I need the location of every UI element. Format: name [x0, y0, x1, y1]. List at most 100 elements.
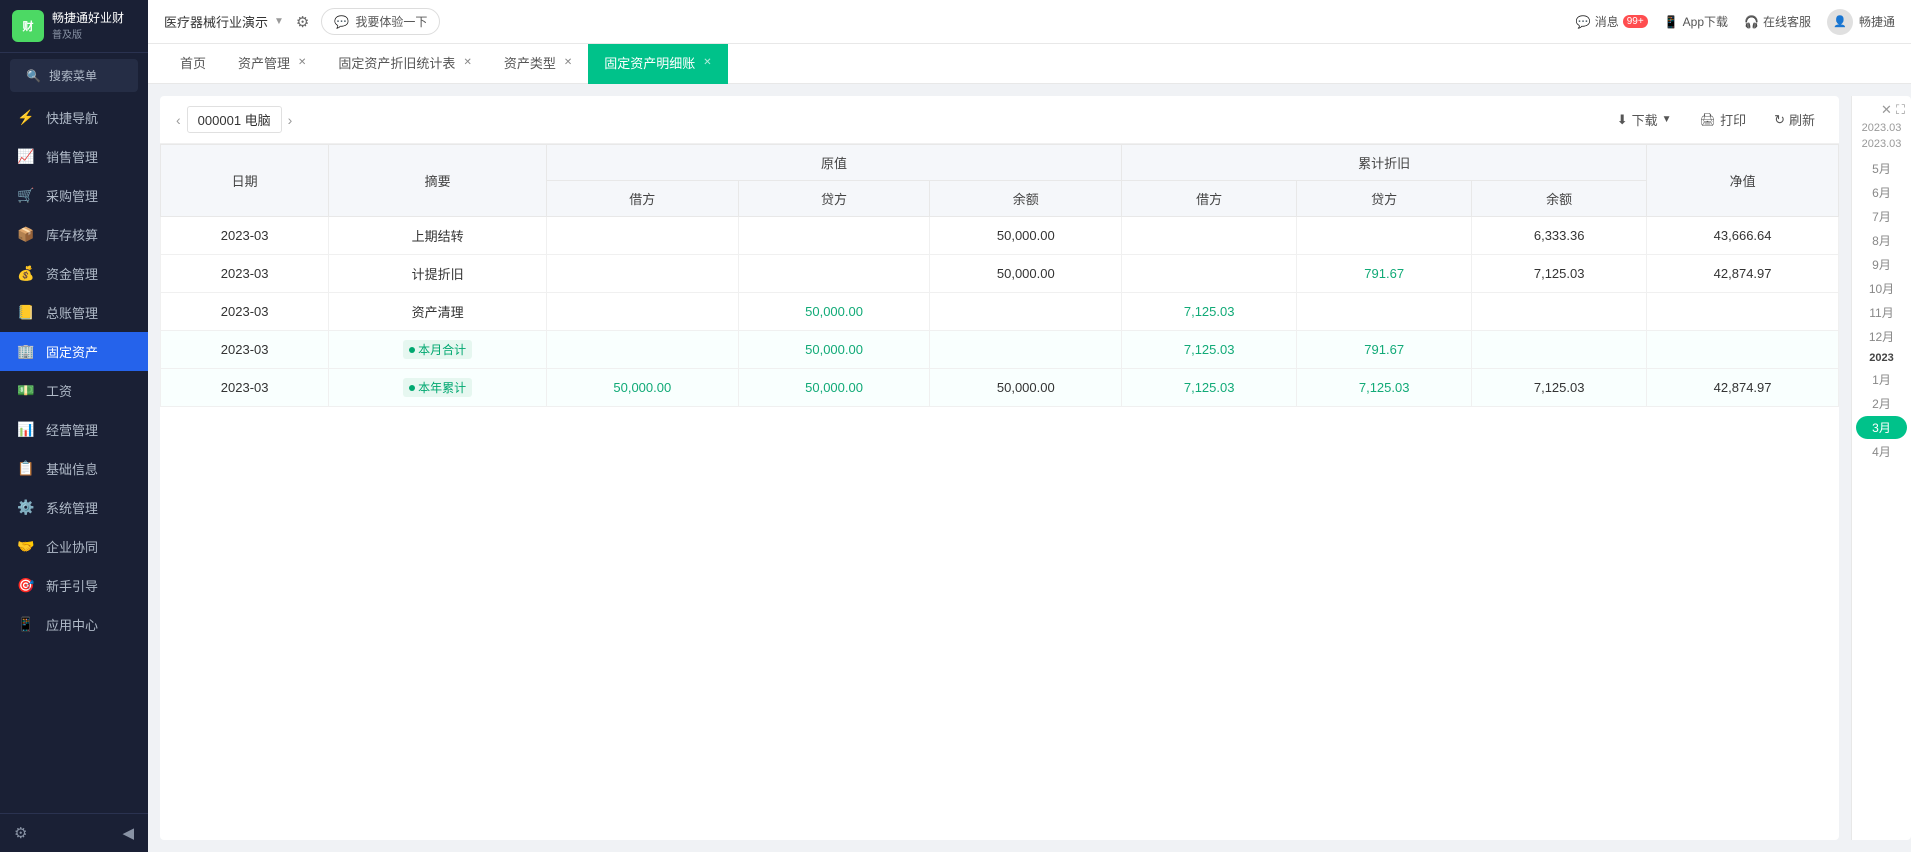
tab-asset-type[interactable]: 资产类型 ✕ — [488, 44, 588, 84]
app-download-btn[interactable]: 📱 App下载 — [1664, 13, 1728, 30]
sidebar-item-ledger[interactable]: 📒 总账管理 — [0, 293, 148, 332]
sidebar-label-system: 系统管理 — [46, 498, 98, 517]
cell-orig-credit: 50,000.00 — [738, 331, 930, 369]
timeline-expand-btn[interactable]: ⛶ — [1896, 102, 1905, 118]
sidebar-item-guide[interactable]: 🎯 新手引导 — [0, 566, 148, 605]
sidebar-item-fixed-assets[interactable]: 🏢 固定资产 — [0, 332, 148, 371]
refresh-btn[interactable]: ↻ 刷新 — [1766, 106, 1823, 133]
cell-acc-credit — [1297, 293, 1472, 331]
cell-orig-credit: 50,000.00 — [738, 293, 930, 331]
cell-summary: 计提折旧 — [329, 255, 547, 293]
sidebar-item-purchase[interactable]: 🛒 采购管理 — [0, 176, 148, 215]
logo-text-block: 畅捷通好业财 普及版 — [52, 11, 124, 42]
cell-acc-debit: 7,125.03 — [1122, 293, 1297, 331]
timeline-month[interactable]: 10月 — [1856, 277, 1907, 300]
cell-orig-balance — [930, 293, 1122, 331]
cell-orig-balance: 50,000.00 — [930, 217, 1122, 255]
customer-service-label: 在线客服 — [1763, 13, 1811, 30]
timeline-month[interactable]: 2023 — [1852, 349, 1911, 367]
sidebar-item-payroll[interactable]: 💵 工资 — [0, 371, 148, 410]
timeline-month[interactable]: 6月 — [1856, 181, 1907, 204]
cell-date: 2023-03 — [161, 331, 329, 369]
cell-orig-credit: 50,000.00 — [738, 369, 930, 407]
refresh-label: 刷新 — [1789, 110, 1815, 129]
next-asset-btn[interactable]: › — [288, 112, 293, 128]
cell-orig-credit — [738, 217, 930, 255]
tab-depreciation-close[interactable]: ✕ — [463, 57, 471, 68]
tab-bar: 首页 资产管理 ✕ 固定资产折旧统计表 ✕ 资产类型 ✕ 固定资产明细账 ✕ — [148, 44, 1911, 84]
toolbar-actions: ⬇ 下载 ▼ 🖨 打印 ↻ 刷新 — [1609, 106, 1823, 133]
cell-acc-debit: 7,125.03 — [1122, 369, 1297, 407]
table-row: 2023-03 本年累计 50,000.00 50,000.00 50,000.… — [161, 369, 1839, 407]
topbar-right: 💬 消息 99+ 📱 App下载 🎧 在线客服 👤 畅捷通 — [1576, 9, 1895, 35]
timeline-month[interactable]: 5月 — [1856, 157, 1907, 180]
sidebar: 财 畅捷通好业财 普及版 🔍 搜索菜单 ⚡ 快捷导航 📈 销售管理 🛒 采购管理… — [0, 0, 148, 852]
sidebar-item-inventory[interactable]: 📦 库存核算 — [0, 215, 148, 254]
customer-service-btn[interactable]: 🎧 在线客服 — [1744, 13, 1811, 30]
search-icon: 🔍 — [26, 69, 41, 83]
message-btn[interactable]: 💬 消息 99+ — [1576, 13, 1648, 30]
tab-asset-detail[interactable]: 固定资产明细账 ✕ — [588, 44, 727, 84]
tab-asset-mgmt-close[interactable]: ✕ — [298, 57, 306, 68]
tab-asset-type-close[interactable]: ✕ — [564, 57, 572, 68]
asset-detail-table: 日期 摘要 原值 累计折旧 净值 借方 贷方 余额 借方 贷方 余额 — [160, 144, 1839, 407]
timeline-month[interactable]: 12月 — [1856, 325, 1907, 348]
tab-home-label: 首页 — [180, 53, 206, 72]
cell-acc-balance: 7,125.03 — [1472, 369, 1647, 407]
experience-btn[interactable]: 💬 我要体验一下 — [321, 8, 440, 35]
gear-icon[interactable]: ⚙ — [296, 13, 309, 31]
tab-depreciation-stats[interactable]: 固定资产折旧统计表 ✕ — [322, 44, 487, 84]
download-icon: 📱 — [1664, 15, 1679, 29]
sidebar-item-basic-info[interactable]: 📋 基础信息 — [0, 449, 148, 488]
timeline-month[interactable]: 1月 — [1856, 368, 1907, 391]
cell-orig-balance: 50,000.00 — [930, 369, 1122, 407]
timeline-close-btn[interactable]: ✕ — [1881, 102, 1892, 118]
cell-acc-credit: 791.67 — [1297, 255, 1472, 293]
search-menu-btn[interactable]: 🔍 搜索菜单 — [10, 59, 138, 92]
sidebar-label-fixed-assets: 固定资产 — [46, 342, 98, 361]
print-btn[interactable]: 🖨 打印 — [1692, 106, 1755, 133]
collapse-icon[interactable]: ◀ — [122, 824, 134, 842]
timeline-month[interactable]: 8月 — [1856, 229, 1907, 252]
user-area[interactable]: 👤 畅捷通 — [1827, 9, 1895, 35]
cell-orig-debit — [546, 293, 738, 331]
cell-acc-balance — [1472, 331, 1647, 369]
sidebar-item-quick-nav[interactable]: ⚡ 快捷导航 — [0, 98, 148, 137]
cell-summary: 本月合计 — [329, 331, 547, 369]
sidebar-bottom: ⚙ ◀ — [0, 813, 148, 852]
sidebar-label-ledger: 总账管理 — [46, 303, 98, 322]
timeline-year-header-2: 2023.03 — [1852, 136, 1911, 152]
sidebar-item-enterprise[interactable]: 🤝 企业协同 — [0, 527, 148, 566]
sidebar-item-sales[interactable]: 📈 销售管理 — [0, 137, 148, 176]
cell-orig-debit — [546, 255, 738, 293]
cell-acc-debit — [1122, 255, 1297, 293]
topbar: 医疗器械行业演示 ▼ ⚙ 💬 我要体验一下 💬 消息 99+ 📱 App下载 🎧… — [148, 0, 1911, 44]
sidebar-item-app-center[interactable]: 📱 应用中心 — [0, 605, 148, 644]
col-orig-debit: 借方 — [546, 181, 738, 217]
settings-bottom-icon[interactable]: ⚙ — [14, 824, 27, 842]
tab-home[interactable]: 首页 — [164, 44, 222, 84]
sidebar-scroll: 🔍 搜索菜单 ⚡ 快捷导航 📈 销售管理 🛒 采购管理 📦 库存核算 💰 资金管… — [0, 53, 148, 813]
app-download-label: App下载 — [1683, 13, 1728, 30]
timeline-month[interactable]: 11月 — [1856, 301, 1907, 324]
sidebar-item-system[interactable]: ⚙️ 系统管理 — [0, 488, 148, 527]
company-selector[interactable]: 医疗器械行业演示 ▼ — [164, 12, 284, 31]
cell-net: 42,874.97 — [1647, 255, 1839, 293]
sidebar-item-finance[interactable]: 💰 资金管理 — [0, 254, 148, 293]
prev-asset-btn[interactable]: ‹ — [176, 112, 181, 128]
tab-asset-mgmt[interactable]: 资产管理 ✕ — [222, 44, 322, 84]
download-btn[interactable]: ⬇ 下载 ▼ — [1609, 106, 1680, 133]
col-date: 日期 — [161, 145, 329, 217]
timeline-month[interactable]: 2月 — [1856, 392, 1907, 415]
timeline-month[interactable]: 7月 — [1856, 205, 1907, 228]
sidebar-item-operations[interactable]: 📊 经营管理 — [0, 410, 148, 449]
timeline-month[interactable]: 9月 — [1856, 253, 1907, 276]
timeline-month[interactable]: 4月 — [1856, 440, 1907, 463]
tab-asset-detail-close[interactable]: ✕ — [703, 57, 711, 68]
timeline-month[interactable]: 3月 — [1856, 416, 1907, 439]
cell-date: 2023-03 — [161, 217, 329, 255]
cell-acc-balance: 7,125.03 — [1472, 255, 1647, 293]
sidebar-label-operations: 经营管理 — [46, 420, 98, 439]
cell-date: 2023-03 — [161, 369, 329, 407]
col-accumulated: 累计折旧 — [1122, 145, 1647, 181]
